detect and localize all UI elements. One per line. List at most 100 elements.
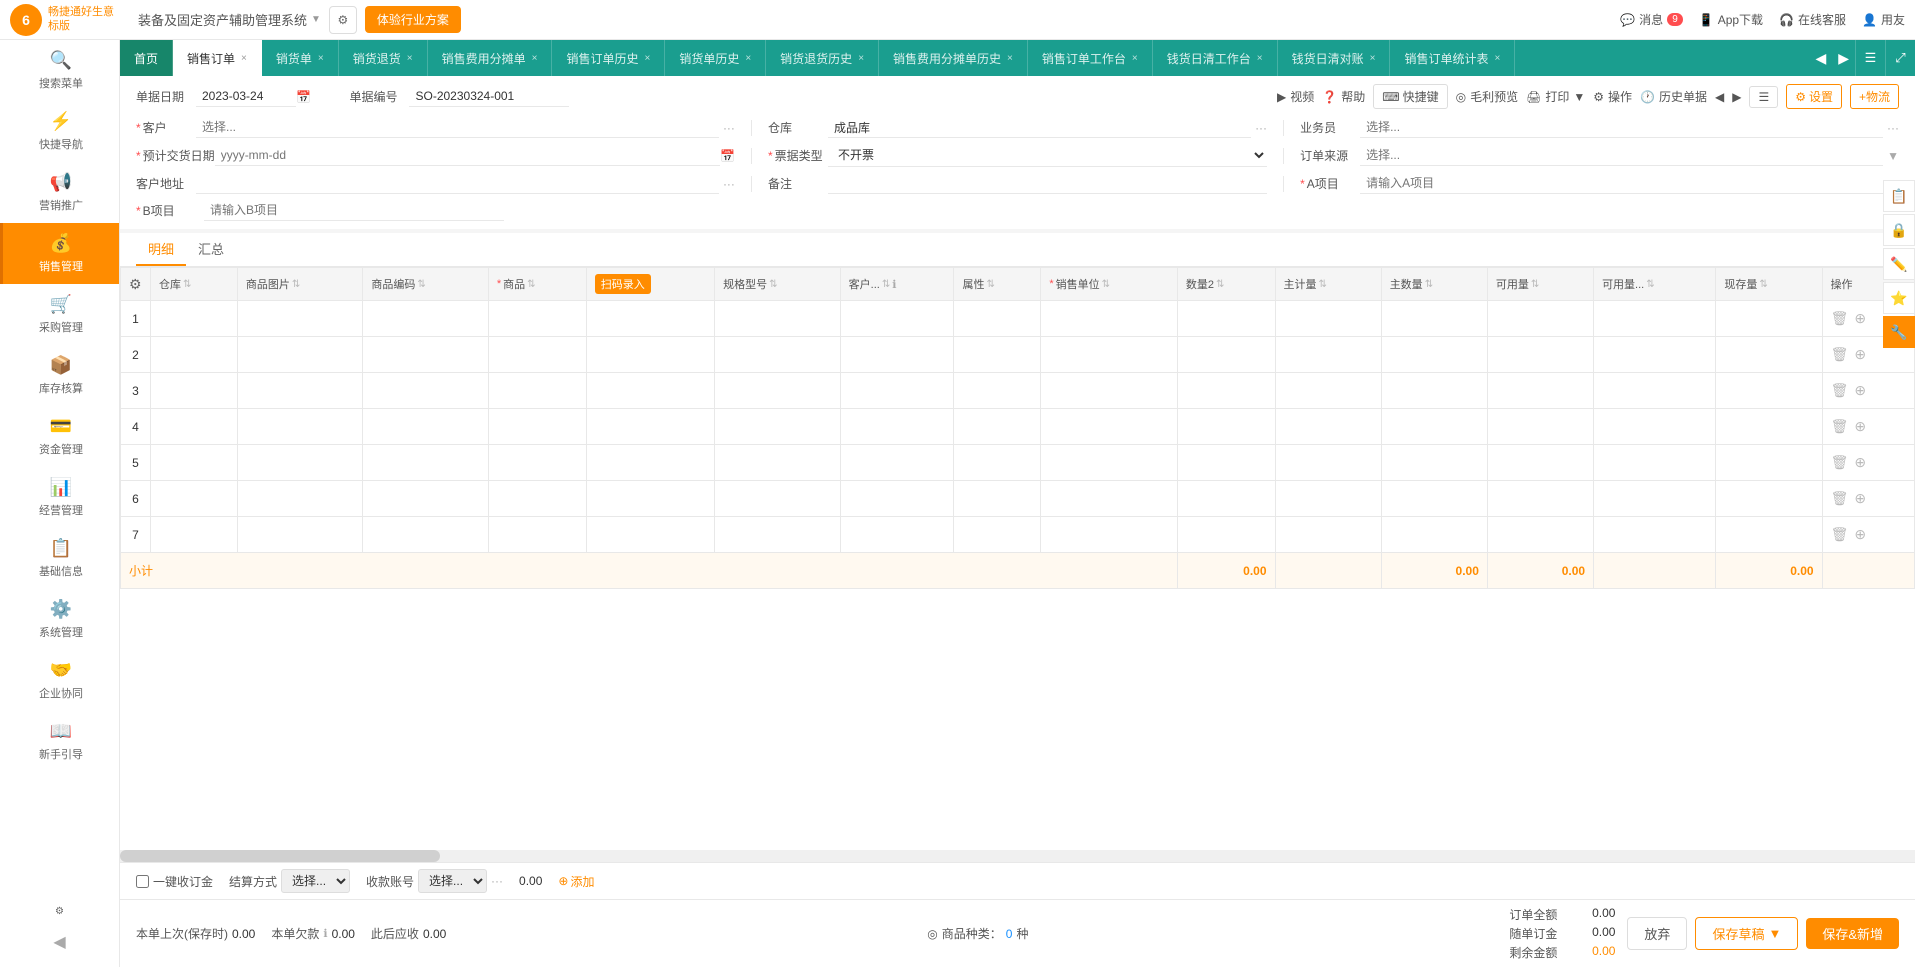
save-draft-btn[interactable]: 保存草稿 ▼: [1695, 917, 1798, 950]
settings-panel-btn[interactable]: ⚙ 设置: [1786, 84, 1842, 109]
invoice-type-select[interactable]: 不开票 增值税专用发票 增值税普通发票: [828, 144, 1267, 167]
system-title[interactable]: 装备及固定资产辅助管理系统 ▼: [138, 10, 321, 29]
tab-sales-summary[interactable]: 销售订单统计表 ×: [1390, 40, 1515, 76]
delete-icon-7[interactable]: 🗑: [1831, 526, 1849, 543]
tab-home[interactable]: 首页: [120, 40, 173, 76]
cell-warehouse-4[interactable]: [151, 409, 238, 445]
cell-code-1[interactable]: [363, 301, 489, 337]
delete-icon-2[interactable]: 🗑: [1831, 346, 1849, 363]
save-new-btn[interactable]: 保存&新增: [1806, 918, 1899, 949]
copy-icon-4[interactable]: ⊕: [1854, 418, 1866, 435]
sidebar-item-shortcut[interactable]: ⚡ 快捷导航: [0, 101, 119, 162]
list-view-btn[interactable]: ☰: [1749, 86, 1778, 108]
nav-next-btn[interactable]: ▶: [1732, 90, 1741, 104]
warehouse-input[interactable]: [828, 117, 1251, 138]
online-service-btn[interactable]: 🎧 在线客服: [1779, 11, 1846, 28]
cell-stock-1[interactable]: [1716, 301, 1822, 337]
cell-available-6[interactable]: [1487, 481, 1593, 517]
cell-stock-4[interactable]: [1716, 409, 1822, 445]
tab-receipt-history[interactable]: 销货单历史 ×: [665, 40, 766, 76]
calendar-icon[interactable]: 📅: [296, 90, 311, 104]
cell-code-2[interactable]: [363, 337, 489, 373]
sidebar-collapse-btn[interactable]: ◀: [48, 927, 70, 957]
cell-warehouse-6[interactable]: [151, 481, 238, 517]
tab-list-btn[interactable]: ☰: [1855, 40, 1885, 76]
cell-unit-7[interactable]: [1041, 517, 1178, 553]
a-project-input[interactable]: [1360, 173, 1899, 194]
delete-icon-1[interactable]: 🗑: [1831, 310, 1849, 327]
order-source-input[interactable]: [1360, 145, 1883, 166]
cell-image-2[interactable]: [237, 337, 363, 373]
tab-daily-clear[interactable]: 钱货日清工作台 ×: [1153, 40, 1278, 76]
cell-product-6[interactable]: [488, 481, 586, 517]
cell-available2-7[interactable]: [1594, 517, 1716, 553]
account-select[interactable]: 选择...: [418, 869, 487, 893]
cell-qty2-7[interactable]: [1177, 517, 1275, 553]
cell-mainqty-6[interactable]: [1381, 481, 1487, 517]
rfb-1[interactable]: 📋: [1883, 180, 1915, 212]
cell-custcode-1[interactable]: [840, 301, 954, 337]
cell-attr-5[interactable]: [954, 445, 1041, 481]
tab-sales-order[interactable]: 销售订单 ×: [173, 40, 262, 76]
profit-preview-btn[interactable]: ◎ 毛利预览: [1456, 88, 1519, 105]
th-warehouse[interactable]: 仓库⇅: [151, 268, 238, 301]
cell-available-3[interactable]: [1487, 373, 1593, 409]
print-btn[interactable]: 🖨 打印 ▼: [1526, 88, 1585, 105]
tab-order-workbench[interactable]: 销售订单工作台 ×: [1028, 40, 1153, 76]
cell-mainunit-7[interactable]: [1275, 517, 1381, 553]
cell-code-7[interactable]: [363, 517, 489, 553]
salesperson-more-icon[interactable]: ···: [1887, 121, 1899, 135]
cell-unit-2[interactable]: [1041, 337, 1178, 373]
sidebar-item-marketing[interactable]: 📢 营销推广: [0, 162, 119, 223]
cell-mainqty-7[interactable]: [1381, 517, 1487, 553]
goods-count-val[interactable]: 0: [1006, 927, 1013, 941]
salesperson-input[interactable]: [1360, 117, 1883, 138]
tab-close-order-workbench[interactable]: ×: [1132, 53, 1138, 64]
address-input[interactable]: [196, 173, 719, 194]
cell-unit-5[interactable]: [1041, 445, 1178, 481]
cell-mainunit-1[interactable]: [1275, 301, 1381, 337]
tab-close-sales-return[interactable]: ×: [407, 53, 413, 64]
cell-image-5[interactable]: [237, 445, 363, 481]
cell-spec-5[interactable]: [715, 445, 841, 481]
date-input[interactable]: [196, 86, 296, 107]
cell-product-5[interactable]: [488, 445, 586, 481]
cell-mainunit-5[interactable]: [1275, 445, 1381, 481]
account-more-icon[interactable]: ···: [491, 874, 503, 888]
th-scan[interactable]: 扫码录入: [586, 268, 714, 301]
cell-available2-2[interactable]: [1594, 337, 1716, 373]
delete-icon-6[interactable]: 🗑: [1831, 490, 1849, 507]
th-stock[interactable]: 现存量⇅: [1716, 268, 1822, 301]
th-attribute[interactable]: 属性⇅: [954, 268, 1041, 301]
cell-available-1[interactable]: [1487, 301, 1593, 337]
cell-unit-3[interactable]: [1041, 373, 1178, 409]
tab-next-btn[interactable]: ▶: [1832, 50, 1855, 67]
cell-spec-2[interactable]: [715, 337, 841, 373]
add-logistics-btn[interactable]: +物流: [1850, 84, 1899, 109]
cell-mainunit-2[interactable]: [1275, 337, 1381, 373]
cell-custcode-4[interactable]: [840, 409, 954, 445]
cell-mainqty-5[interactable]: [1381, 445, 1487, 481]
sidebar-settings-btn[interactable]: ⚙: [55, 906, 64, 917]
cell-image-1[interactable]: [237, 301, 363, 337]
cell-spec-1[interactable]: [715, 301, 841, 337]
th-main-qty[interactable]: 主数量⇅: [1381, 268, 1487, 301]
rfb-3[interactable]: ✏️: [1883, 248, 1915, 280]
address-more-icon[interactable]: ···: [723, 177, 735, 191]
b-project-input[interactable]: [204, 200, 504, 221]
sidebar-item-guide[interactable]: 📖 新手引导: [0, 711, 119, 772]
cell-stock-5[interactable]: [1716, 445, 1822, 481]
copy-icon-6[interactable]: ⊕: [1854, 490, 1866, 507]
cell-custcode-6[interactable]: [840, 481, 954, 517]
tab-sales-order-history[interactable]: 销售订单历史 ×: [552, 40, 665, 76]
industry-btn[interactable]: 体验行业方案: [365, 6, 461, 33]
cell-custcode-5[interactable]: [840, 445, 954, 481]
sidebar-item-purchase[interactable]: 🛒 采购管理: [0, 284, 119, 345]
sidebar-item-search[interactable]: 🔍 搜索菜单: [0, 40, 119, 101]
cell-code-4[interactable]: [363, 409, 489, 445]
sidebar-item-sales[interactable]: 💰 销售管理: [0, 223, 119, 284]
tab-close-expense-history[interactable]: ×: [1007, 53, 1013, 64]
tab-return-history[interactable]: 销货退货历史 ×: [766, 40, 879, 76]
tab-close-sales-summary[interactable]: ×: [1494, 53, 1500, 64]
copy-icon-5[interactable]: ⊕: [1854, 454, 1866, 471]
